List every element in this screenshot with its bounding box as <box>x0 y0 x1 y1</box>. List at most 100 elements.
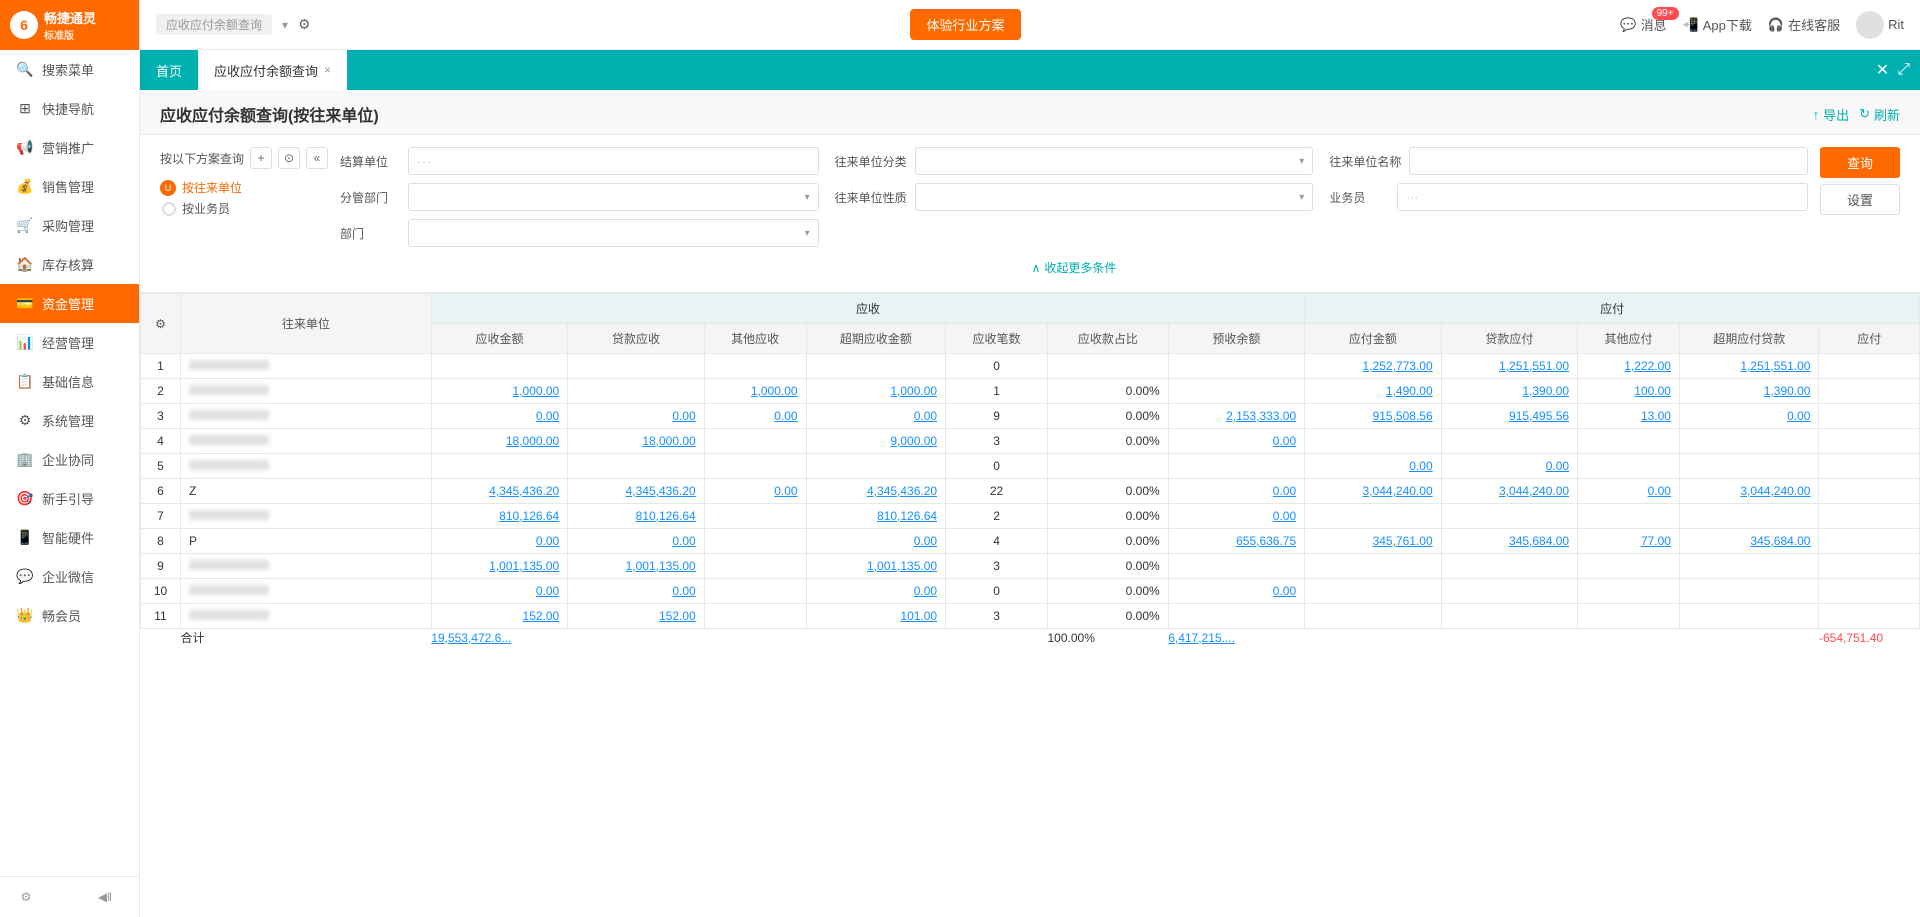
sidebar-item-sales[interactable]: 💰 销售管理 <box>0 167 139 206</box>
filter-row-department: 分管部门 ▾ <box>340 183 819 211</box>
tab-home-label: 首页 <box>156 61 182 80</box>
sidebar-item-inventory[interactable]: 🏠 库存核算 <box>0 245 139 284</box>
refresh-button[interactable]: ↻ 刷新 <box>1859 105 1900 124</box>
tab-close-window-icon[interactable]: ✕ <box>1876 60 1889 80</box>
sidebar-item-wechat[interactable]: 💬 企业微信 <box>0 557 139 596</box>
page-content: 应收应付余额查询(按往来单位) ↑ 导出 ↻ 刷新 按以下方案查询 <box>140 90 1920 917</box>
scheme-by-unit[interactable]: U 按往来单位 <box>160 179 328 196</box>
sidebar-item-label: 资金管理 <box>42 294 94 313</box>
user-info[interactable]: Rit <box>1856 11 1904 39</box>
sidebar-item-system[interactable]: ⚙ 系统管理 <box>0 401 139 440</box>
col-pre-balance: 预收余额 <box>1168 324 1304 354</box>
dept-label: 部门 <box>340 225 400 242</box>
sidebar-item-label: 快捷导航 <box>42 99 94 118</box>
sidebar-item-member[interactable]: 👑 畅会员 <box>0 596 139 635</box>
page-header: 应收应付余额查询(按往来单位) ↑ 导出 ↻ 刷新 <box>140 90 1920 135</box>
col-recv-amount: 应收金额 <box>431 324 567 354</box>
enterprise-icon: 🏢 <box>16 451 34 469</box>
message-button[interactable]: 💬 消息 99+ <box>1620 15 1666 34</box>
topbar-gear-icon[interactable]: ⚙ <box>298 16 311 33</box>
unit-name-input[interactable] <box>1409 147 1808 175</box>
sidebar-item-finance[interactable]: 💳 资金管理 <box>0 284 139 323</box>
department-input[interactable]: ▾ <box>408 183 819 211</box>
sidebar-item-hardware[interactable]: 📱 智能硬件 <box>0 518 139 557</box>
sidebar: 6 畅捷通灵 标准版 🔍 搜索菜单 ⊞ 快捷导航 📢 营销推广 💰 销售管理 🛒… <box>0 0 140 917</box>
dept-arrow-icon: ▾ <box>805 228 810 239</box>
filter-add-icon[interactable]: + <box>250 147 272 169</box>
col-header-settings[interactable]: ⚙ <box>141 294 181 354</box>
total-pre-balance: 6,417,215.... <box>1168 629 1304 647</box>
message-badge: 99+ <box>1652 7 1679 20</box>
total-recv-amount: 19,553,472.6... <box>431 629 567 647</box>
query-button[interactable]: 查询 <box>1820 147 1900 178</box>
sidebar-item-guide[interactable]: 🎯 新手引导 <box>0 479 139 518</box>
table-row: 100.000.000.0000.00%0.00 <box>141 579 1920 604</box>
unit-category-input[interactable]: ▾ <box>915 147 1314 175</box>
scheme-unit-label: 按往来单位 <box>182 179 242 196</box>
search-icon: 🔍 <box>16 61 34 79</box>
table-row: 8P0.000.000.0040.00%655,636.75345,761.00… <box>141 529 1920 554</box>
sidebar-item-basic[interactable]: 📋 基础信息 <box>0 362 139 401</box>
filter-collapse-button[interactable]: ∧ 收起更多条件 <box>340 255 1808 280</box>
settings-button[interactable]: 设置 <box>1820 184 1900 215</box>
scheme-by-staff[interactable]: 按业务员 <box>162 200 328 217</box>
sidebar-item-quick[interactable]: ⊞ 快捷导航 <box>0 89 139 128</box>
filter-row-settlement: 结算单位 ··· <box>340 147 819 175</box>
sidebar-item-operations[interactable]: 📊 经营管理 <box>0 323 139 362</box>
col-recv-count: 应收笔数 <box>946 324 1048 354</box>
sidebar-item-enterprise[interactable]: 🏢 企业协同 <box>0 440 139 479</box>
unit-nature-arrow-icon: ▾ <box>1299 192 1304 203</box>
settings-footer-icon[interactable]: ⚙ <box>16 887 36 907</box>
filter-collapse-icon[interactable]: « <box>306 147 328 169</box>
hardware-icon: 📱 <box>16 529 34 547</box>
topbar-dropdown-arrow[interactable]: ▾ <box>282 18 288 32</box>
table-row: 91,001,135.001,001,135.001,001,135.0030.… <box>141 554 1920 579</box>
tab-query[interactable]: 应收应付余额查询 × <box>198 50 347 90</box>
filter-fields: 结算单位 ··· 往来单位分类 ▾ <box>340 147 1808 280</box>
table-settings-icon[interactable]: ⚙ <box>155 317 166 331</box>
total-row: 合计 19,553,472.6... 100.00% 6,417,215....… <box>141 629 1920 647</box>
col-pay-amount: 应付金额 <box>1305 324 1441 354</box>
dept-input[interactable]: ▾ <box>408 219 819 247</box>
tab-maximize-icon[interactable]: ⤢ <box>1897 61 1910 79</box>
col-header-name: 往来单位 <box>181 294 432 354</box>
solution-button[interactable]: 体验行业方案 <box>910 9 1020 40</box>
table-area: ⚙ 往来单位 应收 应付 应收金额 贷款应收 其他应收 超期应收金额 应收笔数 … <box>140 293 1920 917</box>
unit-nature-input[interactable]: ▾ <box>915 183 1314 211</box>
tab-close-icon[interactable]: × <box>324 63 331 77</box>
sidebar-item-marketing[interactable]: 📢 营销推广 <box>0 128 139 167</box>
sidebar-item-purchase[interactable]: 🛒 采购管理 <box>0 206 139 245</box>
collapse-sidebar-icon[interactable]: ◀‖ <box>95 887 115 907</box>
sidebar-item-label: 营销推广 <box>42 138 94 157</box>
app-download-button[interactable]: 📲 App下载 <box>1683 15 1752 34</box>
export-button[interactable]: ↑ 导出 <box>1813 105 1850 124</box>
sidebar-item-search[interactable]: 🔍 搜索菜单 <box>0 50 139 89</box>
tabbar-actions: ✕ ⤢ <box>1876 60 1920 80</box>
scheme-unit-icon: U <box>160 180 176 196</box>
tab-home[interactable]: 首页 <box>140 50 198 90</box>
sidebar-item-label: 采购管理 <box>42 216 94 235</box>
tabbar: 首页 应收应付余额查询 × ✕ ⤢ <box>140 50 1920 90</box>
settlement-dots-icon: ··· <box>417 153 431 169</box>
col-pay-other: 其他应付 <box>1578 324 1680 354</box>
table-row: 6Z4,345,436.204,345,436.200.004,345,436.… <box>141 479 1920 504</box>
table-row: 500.000.00 <box>141 454 1920 479</box>
salesperson-input[interactable]: ··· <box>1397 183 1808 211</box>
topbar-right: 💬 消息 99+ 📲 App下载 🎧 在线客服 Rit <box>1620 11 1904 39</box>
col-group-receivable: 应收 <box>431 294 1304 324</box>
service-icon: 🎧 <box>1768 17 1784 33</box>
topbar: 应收应付余额查询 ▾ ⚙ 体验行业方案 💬 消息 99+ 📲 App下载 🎧 在… <box>140 0 1920 50</box>
online-service-button[interactable]: 🎧 在线客服 <box>1768 15 1840 34</box>
logo-text: 畅捷通灵 标准版 <box>44 8 96 42</box>
department-label: 分管部门 <box>340 189 400 206</box>
settlement-label: 结算单位 <box>340 153 400 170</box>
filter-settings-icon[interactable]: ⊙ <box>278 147 300 169</box>
system-icon: ⚙ <box>16 412 34 430</box>
sidebar-item-label: 智能硬件 <box>42 528 94 547</box>
col-pay-overdue: 超期应付贷款 <box>1679 324 1819 354</box>
total-pay-amount: -654,751.40 <box>1819 629 1920 647</box>
home-icon: ⊞ <box>16 100 34 118</box>
unit-nature-label: 往来单位性质 <box>835 189 907 206</box>
settlement-input[interactable]: ··· <box>408 147 819 175</box>
table-row: 7810,126.64810,126.64810,126.6420.00%0.0… <box>141 504 1920 529</box>
